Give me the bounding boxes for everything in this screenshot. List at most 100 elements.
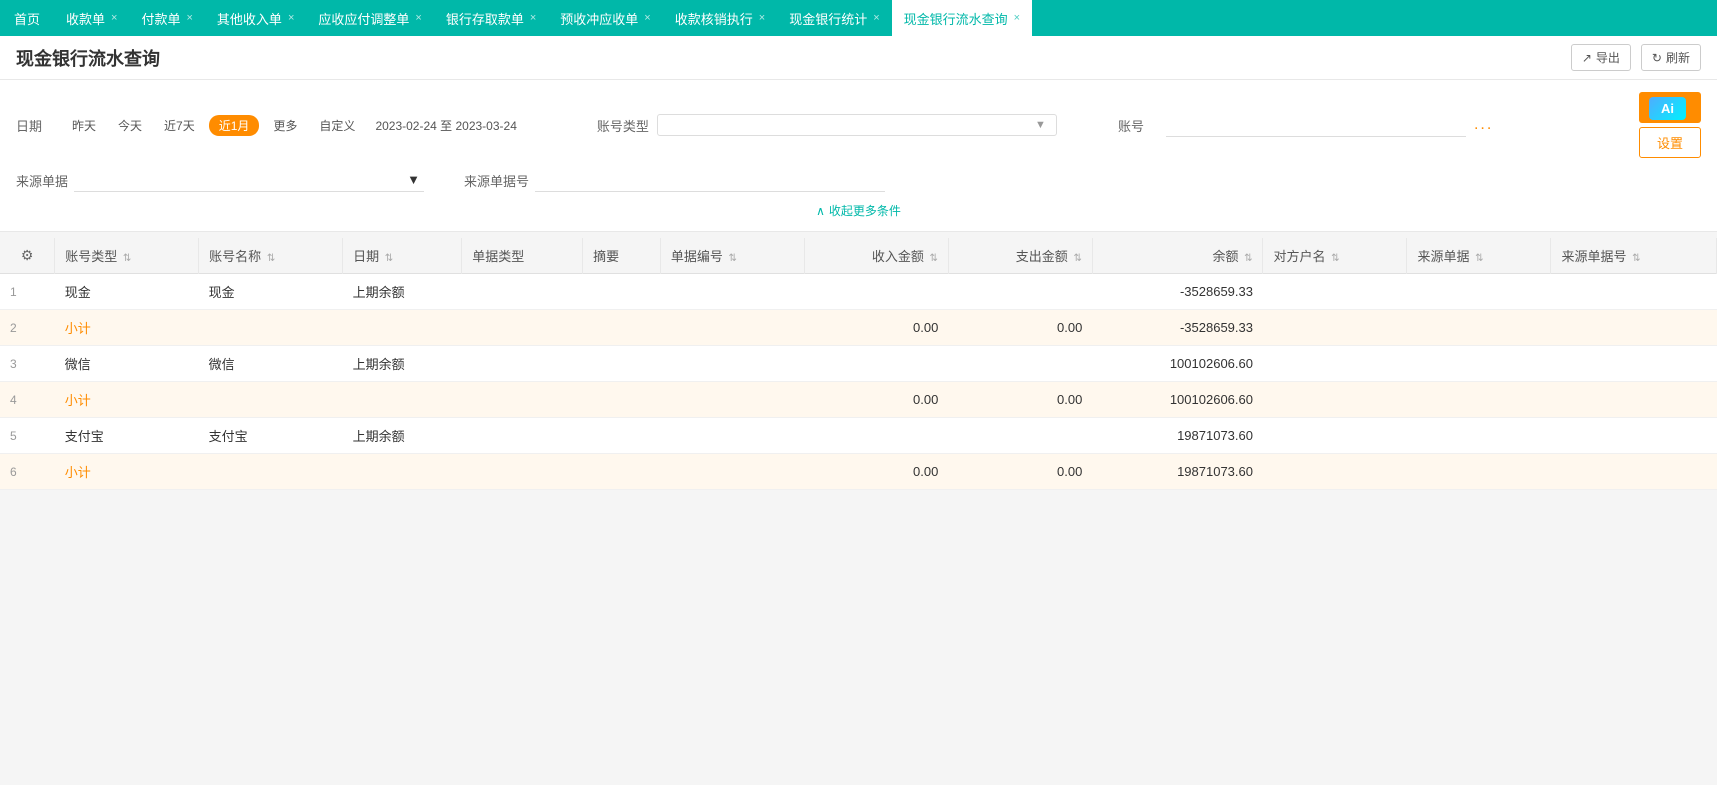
table-cell bbox=[343, 382, 462, 418]
table-cell bbox=[1407, 346, 1551, 382]
nav-tab-yinhangcunqukuandan[interactable]: 银行存取款单 × bbox=[434, 0, 548, 36]
table-cell bbox=[1263, 274, 1407, 310]
table-cell: 4 bbox=[0, 382, 55, 418]
account-dots-button[interactable]: ... bbox=[1474, 116, 1493, 134]
date-label: 日期 bbox=[16, 116, 56, 135]
sort-icon: ⇅ bbox=[385, 253, 393, 264]
data-table: ⚙ 账号类型 ⇅ 账号名称 ⇅ 日期 ⇅ 单据类型 摘要 bbox=[0, 238, 1717, 490]
table-cell: -3528659.33 bbox=[1092, 274, 1263, 310]
th-doc-type[interactable]: 单据类型 bbox=[462, 238, 583, 274]
close-icon[interactable]: × bbox=[1014, 12, 1020, 24]
table-cell bbox=[343, 310, 462, 346]
table-cell bbox=[462, 310, 583, 346]
th-account-name[interactable]: 账号名称 ⇅ bbox=[199, 238, 343, 274]
top-nav: 首页 收款单 × 付款单 × 其他收入单 × 应收应付调整单 × 银行存取款单 … bbox=[0, 0, 1717, 36]
gear-icon[interactable]: ⚙ bbox=[21, 247, 34, 263]
table-cell: 3 bbox=[0, 346, 55, 382]
nav-tab-shoukuandan[interactable]: 收款单 × bbox=[54, 0, 129, 36]
close-icon[interactable]: × bbox=[415, 12, 421, 24]
export-button[interactable]: ↗ 导出 bbox=[1571, 44, 1631, 71]
close-icon[interactable]: × bbox=[759, 12, 765, 24]
th-settings[interactable]: ⚙ bbox=[0, 238, 55, 274]
nav-tab-yushou[interactable]: 预收冲应收单 × bbox=[548, 0, 662, 36]
table-cell bbox=[199, 382, 343, 418]
ai-badge[interactable]: Ai bbox=[1649, 97, 1686, 120]
date-option-1month[interactable]: 近1月 bbox=[209, 115, 260, 136]
th-balance[interactable]: 余额 ⇅ bbox=[1092, 238, 1263, 274]
source-doc-no-input[interactable] bbox=[535, 168, 885, 192]
table-cell bbox=[660, 454, 804, 490]
table-cell bbox=[1407, 418, 1551, 454]
table-row[interactable]: 6小计0.000.0019871073.60 bbox=[0, 454, 1717, 490]
account-input[interactable] bbox=[1166, 113, 1466, 137]
th-summary[interactable]: 摘要 bbox=[583, 238, 661, 274]
table-cell bbox=[583, 418, 661, 454]
table-cell: 上期余额 bbox=[343, 346, 462, 382]
refresh-icon: ↻ bbox=[1652, 51, 1662, 65]
collapse-bar[interactable]: ∧ 收起更多条件 bbox=[16, 198, 1701, 223]
table-cell bbox=[660, 274, 804, 310]
table-cell bbox=[660, 310, 804, 346]
nav-tab-yingshouyingfu[interactable]: 应收应付调整单 × bbox=[306, 0, 433, 36]
table-cell bbox=[1263, 418, 1407, 454]
refresh-button[interactable]: ↻ 刷新 bbox=[1641, 44, 1701, 71]
sort-icon: ⇅ bbox=[1632, 253, 1640, 264]
table-cell: 现金 bbox=[199, 274, 343, 310]
collapse-icon: ∧ bbox=[816, 204, 825, 218]
th-source-doc[interactable]: 来源单据 ⇅ bbox=[1407, 238, 1551, 274]
table-cell bbox=[583, 310, 661, 346]
nav-tab-liushui[interactable]: 现金银行流水查询 × bbox=[892, 0, 1032, 36]
date-option-7days[interactable]: 近7天 bbox=[156, 115, 203, 136]
page-header: 现金银行流水查询 ↗ 导出 ↻ 刷新 bbox=[0, 36, 1717, 80]
nav-home[interactable]: 首页 bbox=[0, 0, 54, 36]
table-cell: 微信 bbox=[55, 346, 199, 382]
table-cell: 19871073.60 bbox=[1092, 418, 1263, 454]
sort-icon: ⇅ bbox=[123, 253, 131, 264]
th-expense[interactable]: 支出金额 ⇅ bbox=[948, 238, 1092, 274]
settings-button[interactable]: 设置 bbox=[1639, 127, 1701, 158]
th-doc-no[interactable]: 单据编号 ⇅ bbox=[660, 238, 804, 274]
table-cell bbox=[1407, 310, 1551, 346]
date-option-more[interactable]: 更多 bbox=[265, 115, 305, 136]
nav-tab-fukuandan[interactable]: 付款单 × bbox=[129, 0, 204, 36]
account-type-label: 账号类型 bbox=[597, 116, 649, 135]
th-counterpart[interactable]: 对方户名 ⇅ bbox=[1263, 238, 1407, 274]
date-option-yesterday[interactable]: 昨天 bbox=[64, 115, 104, 136]
source-doc-select[interactable]: ▼ bbox=[74, 168, 424, 192]
table-cell bbox=[1551, 454, 1717, 490]
th-source-doc-no[interactable]: 来源单据号 ⇅ bbox=[1551, 238, 1717, 274]
close-icon[interactable]: × bbox=[288, 12, 294, 24]
th-account-type[interactable]: 账号类型 ⇅ bbox=[55, 238, 199, 274]
table-row[interactable]: 1现金现金上期余额-3528659.33 bbox=[0, 274, 1717, 310]
th-income[interactable]: 收入金额 ⇅ bbox=[804, 238, 948, 274]
table-cell bbox=[583, 454, 661, 490]
account-label: 账号 bbox=[1118, 116, 1158, 135]
sort-icon: ⇅ bbox=[929, 253, 937, 264]
export-icon: ↗ bbox=[1582, 51, 1592, 65]
table-cell bbox=[948, 418, 1092, 454]
table-cell: 100102606.60 bbox=[1092, 346, 1263, 382]
close-icon[interactable]: × bbox=[644, 12, 650, 24]
account-type-select[interactable]: ▼ bbox=[657, 114, 1057, 136]
table-row[interactable]: 2小计0.000.00-3528659.33 bbox=[0, 310, 1717, 346]
nav-tab-qitashourund[interactable]: 其他收入单 × bbox=[205, 0, 306, 36]
table-row[interactable]: 4小计0.000.00100102606.60 bbox=[0, 382, 1717, 418]
table-cell bbox=[1263, 346, 1407, 382]
nav-tab-xianjinyinhang[interactable]: 现金银行统计 × bbox=[777, 0, 891, 36]
table-cell: 100102606.60 bbox=[1092, 382, 1263, 418]
table-cell bbox=[462, 454, 583, 490]
table-header: ⚙ 账号类型 ⇅ 账号名称 ⇅ 日期 ⇅ 单据类型 摘要 bbox=[0, 238, 1717, 274]
table-row[interactable]: 3微信微信上期余额100102606.60 bbox=[0, 346, 1717, 382]
table-cell: 19871073.60 bbox=[1092, 454, 1263, 490]
close-icon[interactable]: × bbox=[111, 12, 117, 24]
nav-tab-shoukuanhexiao[interactable]: 收款核销执行 × bbox=[663, 0, 777, 36]
date-option-today[interactable]: 今天 bbox=[110, 115, 150, 136]
th-date[interactable]: 日期 ⇅ bbox=[343, 238, 462, 274]
source-doc-no-group: 来源单据号 bbox=[464, 168, 885, 192]
table-row[interactable]: 5支付宝支付宝上期余额19871073.60 bbox=[0, 418, 1717, 454]
close-icon[interactable]: × bbox=[186, 12, 192, 24]
close-icon[interactable]: × bbox=[530, 12, 536, 24]
close-icon[interactable]: × bbox=[873, 12, 879, 24]
date-option-custom[interactable]: 自定义 bbox=[311, 115, 363, 136]
table-cell bbox=[1263, 310, 1407, 346]
